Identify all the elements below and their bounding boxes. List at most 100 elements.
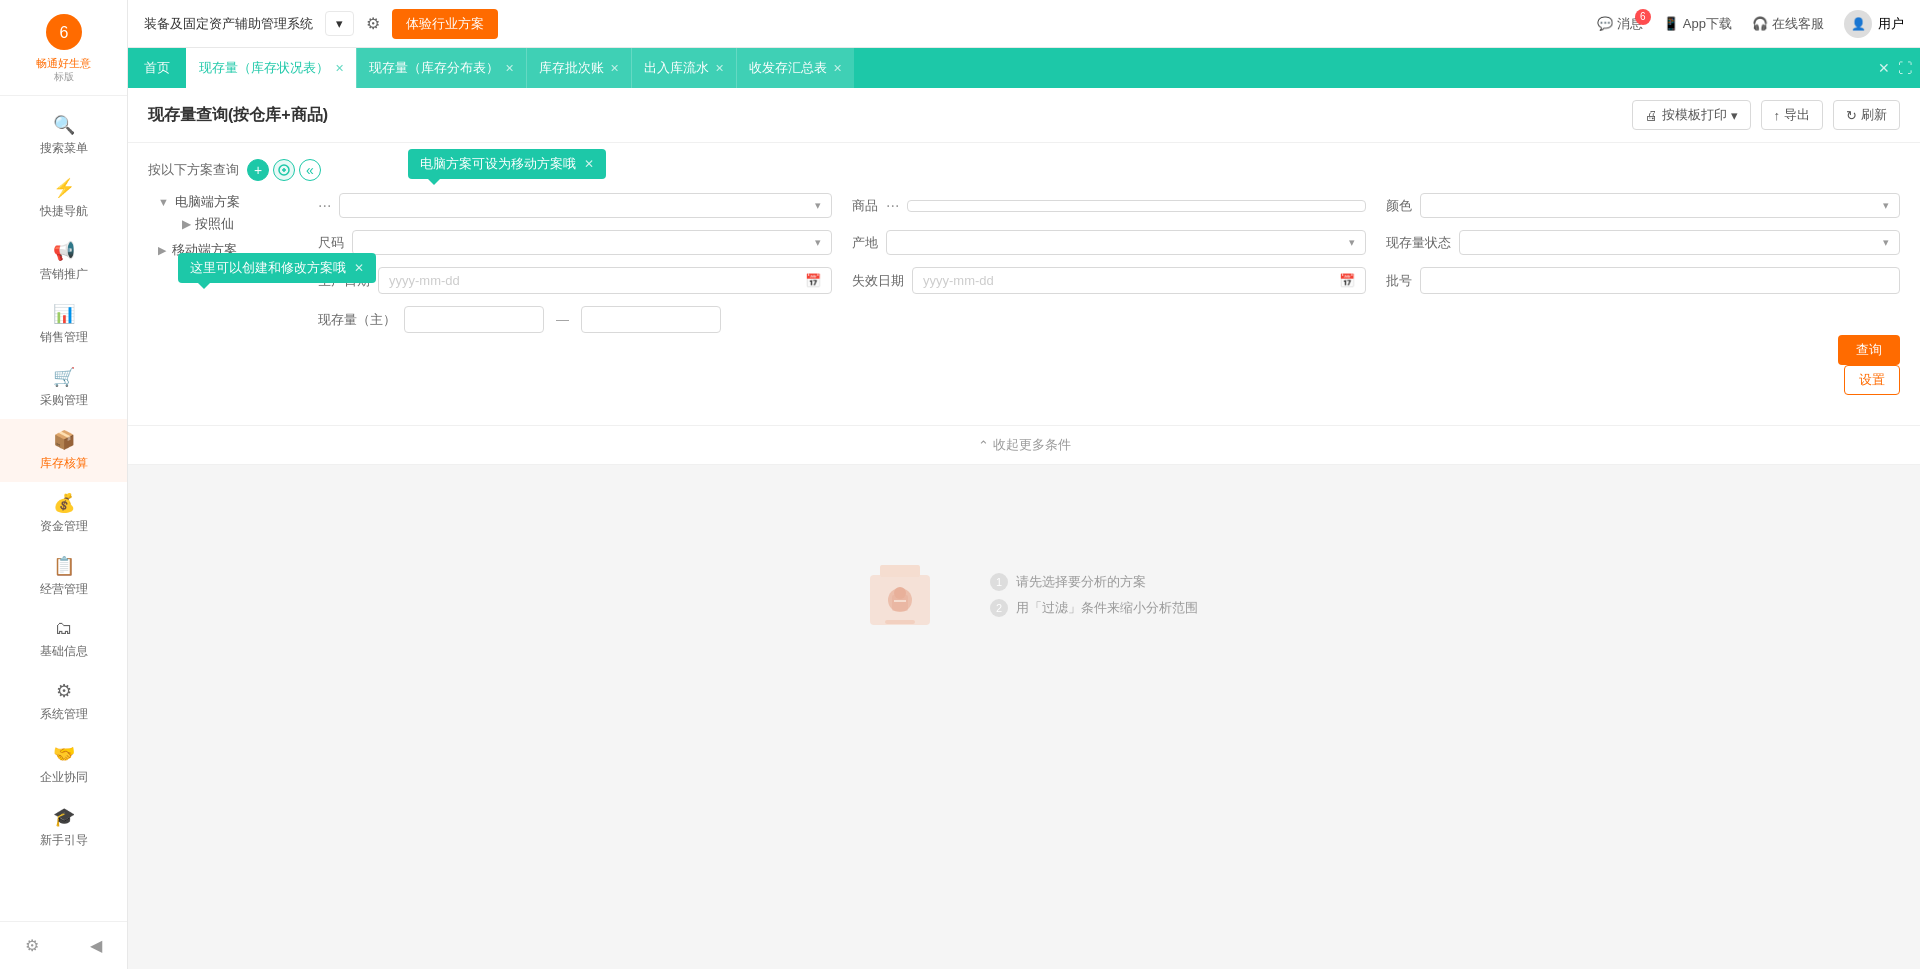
tip-num-1: 1: [990, 573, 1008, 591]
tip-num-2: 2: [990, 599, 1008, 617]
sidebar-item-label: 基础信息: [40, 643, 88, 660]
system-selector[interactable]: ▾: [325, 11, 354, 36]
industry-plan-button[interactable]: 体验行业方案: [392, 9, 498, 39]
sidebar-item-inventory[interactable]: 📦 库存核算: [0, 419, 127, 482]
sidebar-item-label: 企业协同: [40, 769, 88, 786]
empty-state: 1 请先选择要分析的方案 2 用「过滤」条件来缩小分析范围: [128, 465, 1920, 725]
sidebar-item-marketing[interactable]: 📢 营销推广: [0, 230, 127, 293]
tooltip-1-close[interactable]: ✕: [584, 157, 594, 171]
sidebar-item-shortcut[interactable]: ⚡ 快捷导航: [0, 167, 127, 230]
scheme-child-item[interactable]: ▶ 按照仙: [182, 215, 234, 233]
warehouse-select[interactable]: ▾: [339, 193, 832, 218]
more-dots-goods[interactable]: ···: [886, 197, 899, 215]
tab-inventory-distribution[interactable]: 现存量（库存分布表） ✕: [356, 48, 526, 88]
chevron-down-icon: ▾: [1883, 236, 1889, 249]
tip-text-1: 请先选择要分析的方案: [1016, 573, 1146, 591]
sidebar-item-system[interactable]: ⚙ 系统管理: [0, 670, 127, 733]
filter-row-2: 尺码 ▾ 产地 ▾: [318, 230, 1900, 255]
gear-icon[interactable]: ⚙: [366, 14, 380, 33]
origin-select[interactable]: ▾: [886, 230, 1366, 255]
scheme-pc-toggle[interactable]: ▼ 电脑端方案: [158, 193, 240, 211]
tab-inout-flow[interactable]: 出入库流水 ✕: [631, 48, 736, 88]
empty-row: 1 请先选择要分析的方案 2 用「过滤」条件来缩小分析范围: [850, 545, 1198, 645]
tab-label: 库存批次账: [539, 59, 604, 77]
sidebar-item-label: 库存核算: [40, 455, 88, 472]
edit-filter-button[interactable]: [273, 159, 295, 181]
operation-icon: 📋: [53, 555, 75, 577]
size-label: 尺码: [318, 234, 344, 252]
collapse-bar[interactable]: ⌃ 收起更多条件: [128, 426, 1920, 465]
back-filter-button[interactable]: «: [299, 159, 321, 181]
system-name: 装备及固定资产辅助管理系统: [144, 15, 313, 33]
collapse-sidebar-button[interactable]: ◀: [86, 932, 106, 959]
tab-inventory-batch[interactable]: 库存批次账 ✕: [526, 48, 631, 88]
more-dots-warehouse[interactable]: ···: [318, 197, 331, 215]
batch-input[interactable]: [1420, 267, 1900, 294]
chevron-down-icon: ▾: [336, 16, 343, 31]
sidebar-item-operation[interactable]: 📋 经营管理: [0, 545, 127, 608]
goods-select[interactable]: [907, 200, 1366, 212]
close-icon[interactable]: ✕: [505, 62, 514, 75]
close-icon[interactable]: ✕: [335, 62, 344, 75]
online-service-button[interactable]: 🎧 在线客服: [1752, 15, 1824, 33]
user-name: 用户: [1878, 15, 1904, 33]
online-service-label: 在线客服: [1772, 15, 1824, 33]
tab-label: 现存量（库存分布表）: [369, 59, 499, 77]
stock-main-min-input[interactable]: [404, 306, 544, 333]
batch-label: 批号: [1386, 272, 1412, 290]
stock-main-max-input[interactable]: [581, 306, 721, 333]
expiry-date-input[interactable]: yyyy-mm-dd 📅: [912, 267, 1366, 294]
empty-tips: 1 请先选择要分析的方案 2 用「过滤」条件来缩小分析范围: [990, 573, 1198, 617]
close-icon[interactable]: ✕: [833, 62, 842, 75]
add-filter-button[interactable]: +: [247, 159, 269, 181]
sidebar-item-purchase[interactable]: 🛒 采购管理: [0, 356, 127, 419]
sidebar-item-finance[interactable]: 💰 资金管理: [0, 482, 127, 545]
main-content: 装备及固定资产辅助管理系统 ▾ ⚙ 体验行业方案 💬 消息 6 📱 App下载 …: [128, 0, 1920, 969]
size-select[interactable]: ▾: [352, 230, 832, 255]
system-icon: ⚙: [56, 680, 72, 702]
tooltip-2-close[interactable]: ✕: [354, 261, 364, 275]
search-button[interactable]: 查询: [1838, 335, 1900, 365]
sidebar-bottom: ⚙ ◀: [0, 921, 127, 969]
filter-actions-group: + «: [247, 159, 321, 181]
maximize-button[interactable]: ⛶: [1898, 60, 1912, 76]
sidebar-item-cooperation[interactable]: 🤝 企业协同: [0, 733, 127, 796]
close-icon[interactable]: ✕: [610, 62, 619, 75]
setting-button[interactable]: 设置: [1844, 365, 1900, 395]
filter-row-1: ··· ▾ 商品 ···: [318, 193, 1900, 218]
stock-status-select[interactable]: ▾: [1459, 230, 1900, 255]
filter-item-size: 尺码 ▾: [318, 230, 832, 255]
sidebar-logo: 6 畅通好生意 标版: [0, 0, 127, 96]
tab-label: 现存量（库存状况表）: [199, 59, 329, 77]
color-select[interactable]: ▾: [1420, 193, 1900, 218]
topbar-right: 💬 消息 6 📱 App下载 🎧 在线客服 👤 用户: [1597, 10, 1904, 38]
user-menu[interactable]: 👤 用户: [1844, 10, 1904, 38]
export-button[interactable]: ↑ 导出: [1761, 100, 1824, 130]
close-icon[interactable]: ✕: [715, 62, 724, 75]
sidebar-item-search[interactable]: 🔍 搜索菜单: [0, 104, 127, 167]
range-dash: —: [552, 312, 573, 327]
origin-label: 产地: [852, 234, 878, 252]
tooltip-1: 电脑方案可设为移动方案哦 ✕: [408, 149, 606, 179]
sidebar-item-guide[interactable]: 🎓 新手引导: [0, 796, 127, 859]
tip-text-2: 用「过滤」条件来缩小分析范围: [1016, 599, 1198, 617]
sidebar-item-sales[interactable]: 📊 销售管理: [0, 293, 127, 356]
message-button[interactable]: 💬 消息 6: [1597, 15, 1643, 33]
tab-summary[interactable]: 收发存汇总表 ✕: [736, 48, 854, 88]
expiry-date-placeholder: yyyy-mm-dd: [923, 273, 994, 288]
prod-date-input[interactable]: yyyy-mm-dd 📅: [378, 267, 832, 294]
template-print-button[interactable]: 🖨 按模板打印 ▾: [1632, 100, 1751, 130]
page-content: 现存量查询(按仓库+商品) 🖨 按模板打印 ▾ ↑ 导出 ↻ 刷新: [128, 88, 1920, 969]
marketing-icon: 📢: [53, 240, 75, 262]
refresh-button[interactable]: ↻ 刷新: [1833, 100, 1900, 130]
close-all-tab-button[interactable]: ✕: [1878, 60, 1890, 76]
tab-home[interactable]: 首页: [128, 48, 186, 88]
prod-date-placeholder: yyyy-mm-dd: [389, 273, 460, 288]
tooltip-2-text: 这里可以创建和修改方案哦: [190, 259, 346, 277]
filter-item-expiry-date: 失效日期 yyyy-mm-dd 📅: [852, 267, 1366, 294]
settings-bottom-button[interactable]: ⚙: [21, 932, 43, 959]
app-download-button[interactable]: 📱 App下载: [1663, 15, 1732, 33]
tab-inventory-status[interactable]: 现存量（库存状况表） ✕: [186, 48, 356, 88]
sidebar-item-basic[interactable]: 🗂 基础信息: [0, 608, 127, 670]
scheme-pc-children: ▶ 按照仙: [158, 215, 234, 233]
